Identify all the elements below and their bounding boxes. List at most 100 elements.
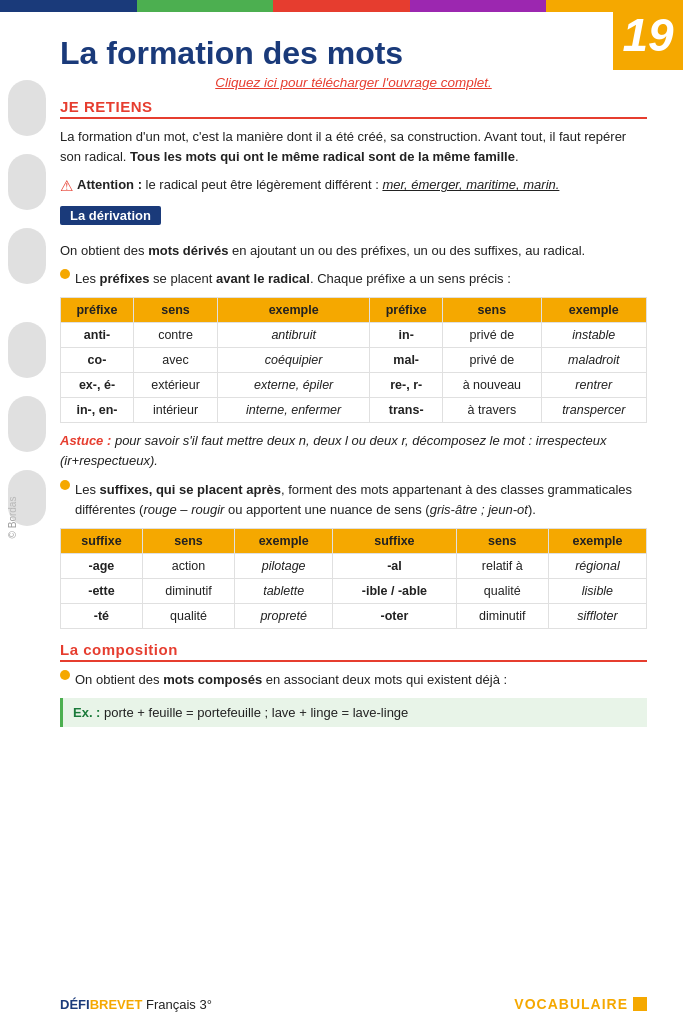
bar-green (137, 0, 274, 12)
sidebar-circles (8, 0, 46, 544)
prefix-row-3: ex-, é- extérieur externe, épiler re-, r… (61, 373, 647, 398)
suffix-row-1: -age action pilotage -al relatif à régio… (61, 553, 647, 578)
prefix-r2c3: coéquipier (218, 348, 370, 373)
suffix-row-3: -té qualité propreté -oter diminutif sif… (61, 603, 647, 628)
footer-right-square (633, 997, 647, 1011)
composition-text1end: en associant deux mots qui existent déjà… (262, 672, 507, 687)
prefix-bullet-line: Les préfixes se placent avant le radical… (60, 269, 647, 289)
prefix-r1c3: antibruit (218, 323, 370, 348)
prefix-r3c3: externe, épiler (218, 373, 370, 398)
prefix-col-h3: exemple (218, 298, 370, 323)
prefix-r1c6: instable (541, 323, 646, 348)
prefix-bold1: préfixes (100, 271, 150, 286)
suffix-r2c4: -ible / -able (333, 578, 456, 603)
attention-box: ⚠ Attention : le radical peut être légèr… (60, 175, 647, 198)
suffix-r3c5: diminutif (456, 603, 548, 628)
derivation-intro1bold: mots dérivés (148, 243, 228, 258)
prefix-col-h2: sens (133, 298, 217, 323)
prefix-r4c4: trans- (370, 398, 443, 423)
prefix-line2: se placent (149, 271, 216, 286)
derivation-intro1end: en ajoutant un ou des préfixes, un ou de… (228, 243, 585, 258)
page-title: La formation des mots (60, 36, 647, 71)
subtitle-link[interactable]: Cliquez ici pour télécharger l'ouvrage c… (60, 75, 647, 90)
sidebar-circle-1 (8, 80, 46, 136)
prefix-r3c1: ex-, é- (61, 373, 134, 398)
suffix-col-h1: suffixe (61, 528, 143, 553)
attention-examples: mer, émerger, maritime, marin. (382, 177, 559, 192)
sidebar-circle-6 (8, 470, 46, 526)
prefix-r3c5: à nouveau (443, 373, 541, 398)
suffix-r3c4: -oter (333, 603, 456, 628)
suffix-r3c3: propreté (235, 603, 333, 628)
section-retiens-label: JE RETIENS (60, 98, 153, 115)
prefix-col-h4: préfixe (370, 298, 443, 323)
suffix-line1: Les (75, 482, 100, 497)
bar-red (273, 0, 410, 12)
suffix-ex2: rougir (191, 502, 224, 517)
prefix-r4c2: intérieur (133, 398, 217, 423)
composition-example-box: Ex. : porte + feuille = portefeuille ; l… (60, 698, 647, 728)
prefix-r4c3: interne, enfermer (218, 398, 370, 423)
page-footer: DÉFIBREVET Français 3° VOCABULAIRE (0, 996, 683, 1012)
prefix-col-h1: préfixe (61, 298, 134, 323)
prefix-text: Les préfixes se placent avant le radical… (75, 269, 511, 289)
suffix-col-h3: exemple (235, 528, 333, 553)
suffix-bold1: suffixes, qui se placent après (100, 482, 281, 497)
prefix-r4c5: à travers (443, 398, 541, 423)
suffix-line4: ). (528, 502, 536, 517)
example-text: porte + feuille = portefeuille ; lave + … (100, 705, 408, 720)
suffix-r1c6: régional (548, 553, 646, 578)
footer-right-label: VOCABULAIRE (514, 996, 628, 1012)
derivation-intro1: On obtient des (60, 243, 148, 258)
attention-content: Attention : le radical peut être légèrem… (77, 175, 559, 195)
prefix-line3: . Chaque préfixe a un sens précis : (310, 271, 511, 286)
astuce-text: pour savoir s'il faut mettre deux n, deu… (60, 433, 607, 468)
suffix-r1c1: -age (61, 553, 143, 578)
suffix-table: suffixe sens exemple suffixe sens exempl… (60, 528, 647, 629)
suffix-r2c3: tablette (235, 578, 333, 603)
prefix-r1c2: contre (133, 323, 217, 348)
suffix-r2c1: -ette (61, 578, 143, 603)
composition-bullet (60, 670, 70, 680)
suffix-r1c3: pilotage (235, 553, 333, 578)
suffix-r3c1: -té (61, 603, 143, 628)
suffix-r1c4: -al (333, 553, 456, 578)
prefix-r2c2: avec (133, 348, 217, 373)
suffix-r3c2: qualité (142, 603, 234, 628)
sidebar-circle-4 (8, 322, 46, 378)
suffix-col-h6: exemple (548, 528, 646, 553)
retiens-p1-end: . (515, 149, 519, 164)
prefix-r2c5: privé de (443, 348, 541, 373)
prefix-row-4: in-, en- intérieur interne, enfermer tra… (61, 398, 647, 423)
retiens-p1-bold: Tous les mots qui ont le même radical so… (130, 149, 515, 164)
example-label: Ex. : (73, 705, 100, 720)
prefix-r1c5: privé de (443, 323, 541, 348)
composition-header: La composition (60, 641, 647, 662)
composition-bullet-line: On obtient des mots composés en associan… (60, 670, 647, 690)
prefix-r4c1: in-, en- (61, 398, 134, 423)
prefix-r1c4: in- (370, 323, 443, 348)
prefix-r3c2: extérieur (133, 373, 217, 398)
derivation-label-container: La dérivation (60, 206, 647, 233)
suffix-r2c6: lisible (548, 578, 646, 603)
suffix-col-h2: sens (142, 528, 234, 553)
suffix-line3: ou apportent une nuance de sens ( (224, 502, 429, 517)
suffix-row-2: -ette diminutif tablette -ible / -able q… (61, 578, 647, 603)
prefix-bullet (60, 269, 70, 279)
top-color-bar (0, 0, 683, 12)
suffix-bullet-line: Les suffixes, qui se placent après, form… (60, 480, 647, 520)
composition-text: On obtient des mots composés en associan… (75, 670, 507, 690)
prefix-line1: Les (75, 271, 100, 286)
prefix-r2c6: maladroit (541, 348, 646, 373)
sidebar-circle-5 (8, 396, 46, 452)
prefix-r3c4: re-, r- (370, 373, 443, 398)
suffix-r2c5: qualité (456, 578, 548, 603)
prefix-row-1: anti- contre antibruit in- privé de inst… (61, 323, 647, 348)
suffix-r1c5: relatif à (456, 553, 548, 578)
astuce-box: Astuce : pour savoir s'il faut mettre de… (60, 431, 647, 471)
suffix-r3c6: siffloter (548, 603, 646, 628)
attention-icon: ⚠ (60, 175, 73, 198)
prefix-r3c6: rentrer (541, 373, 646, 398)
retiens-paragraph1: La formation d'un mot, c'est la manière … (60, 127, 647, 167)
composition-text1bold: mots composés (163, 672, 262, 687)
